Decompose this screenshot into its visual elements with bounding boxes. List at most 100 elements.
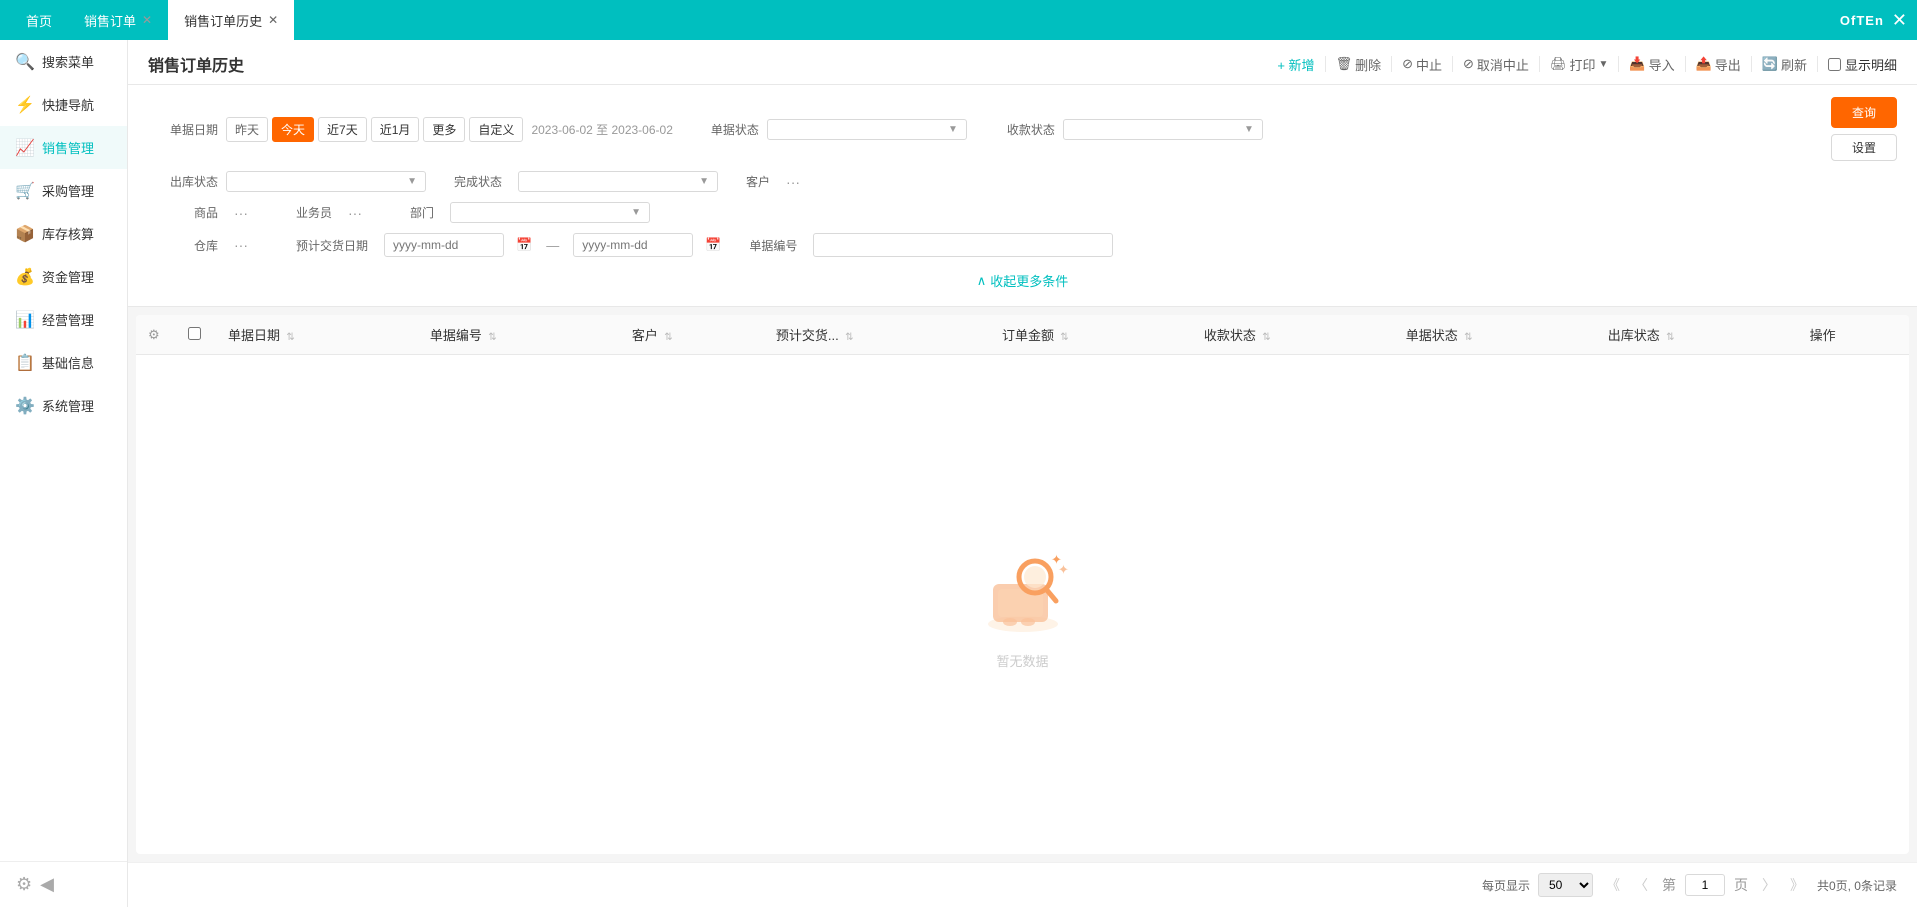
- cancel-stop-button[interactable]: ⊘ 取消中止: [1463, 55, 1529, 74]
- calendar-from-icon[interactable]: 📅: [516, 237, 532, 253]
- page-number-input[interactable]: 1: [1685, 874, 1725, 896]
- date-btn-custom[interactable]: 自定义: [469, 117, 523, 142]
- delivery-date-label: 预计交货日期: [296, 237, 368, 254]
- sort-payment-status-icon[interactable]: ⇅: [1262, 332, 1270, 343]
- th-bill-status: 单据状态 ⇅: [1394, 315, 1596, 355]
- date-btn-more[interactable]: 更多: [423, 117, 465, 142]
- sidebar-item-inventory[interactable]: 📦 库存核算: [0, 212, 127, 255]
- empty-illustration: ✦ ✦: [963, 539, 1083, 639]
- export-button[interactable]: 📤 导出: [1696, 55, 1741, 74]
- sidebar-item-search-menu[interactable]: 🔍 搜索菜单: [0, 40, 127, 83]
- date-btn-7days[interactable]: 近7天: [318, 117, 367, 142]
- sidebar-item-label: 销售管理: [42, 138, 94, 157]
- goods-dots[interactable]: ···: [234, 205, 248, 221]
- brand-text: OfTEn: [1840, 13, 1884, 28]
- sort-bill-no-icon[interactable]: ⇅: [488, 332, 496, 343]
- th-out-status: 出库状态 ⇅: [1596, 315, 1798, 355]
- sidebar-item-label: 系统管理: [42, 396, 94, 415]
- sort-date-icon[interactable]: ⇅: [286, 332, 294, 343]
- calendar-to-icon[interactable]: 📅: [705, 237, 721, 253]
- tab-sales-order[interactable]: 销售订单 ✕: [68, 0, 168, 40]
- bill-no-input[interactable]: [813, 233, 1113, 257]
- pagination-next[interactable]: 〉: [1757, 873, 1781, 897]
- pagination-nav: 《 〈 第 1 页 〉 》: [1601, 873, 1809, 897]
- page-suffix: 页: [1729, 873, 1753, 897]
- delivery-date-to[interactable]: [573, 233, 693, 257]
- date-label: 单据日期: [148, 121, 218, 138]
- pagination-first[interactable]: 《: [1601, 873, 1625, 897]
- complete-status-select[interactable]: ▼: [518, 171, 718, 192]
- close-tab-sales-history[interactable]: ✕: [268, 13, 278, 27]
- page-header: 销售订单历史 + 新增 🗑 删除 ⊘ 中止 ⊘ 取消中止: [128, 40, 1917, 85]
- date-btn-today[interactable]: 今天: [272, 117, 314, 142]
- warehouse-dots[interactable]: ···: [234, 237, 248, 253]
- close-tab-sales-order[interactable]: ✕: [142, 13, 152, 27]
- sort-out-status-icon[interactable]: ⇅: [1666, 332, 1674, 343]
- settings-button[interactable]: 设置: [1831, 134, 1897, 161]
- delivery-date-from[interactable]: [384, 233, 504, 257]
- sidebar-item-label: 资金管理: [42, 267, 94, 286]
- page-size-select[interactable]: 10 20 50 100: [1538, 873, 1593, 897]
- topbar: 首页 销售订单 ✕ 销售订单历史 ✕ OfTEn ✕: [0, 0, 1917, 40]
- th-customer: 客户 ⇅: [620, 315, 764, 355]
- delete-icon: 🗑: [1336, 56, 1353, 72]
- sidebar-item-purchase-mgmt[interactable]: 🛒 采购管理: [0, 169, 127, 212]
- sort-amount-icon[interactable]: ⇅: [1060, 332, 1068, 343]
- sidebar-item-quick-nav[interactable]: ⚡ 快捷导航: [0, 83, 127, 126]
- complete-status-label: 完成状态: [454, 173, 502, 190]
- pagination-prev[interactable]: 〈: [1629, 873, 1653, 897]
- delete-button[interactable]: 🗑 删除: [1336, 55, 1382, 74]
- select-all-checkbox[interactable]: [188, 327, 201, 340]
- search-menu-icon: 🔍: [16, 53, 34, 71]
- search-button[interactable]: 查询: [1831, 97, 1897, 128]
- bill-status-arrow: ▼: [948, 124, 958, 135]
- filter-row-3: 商品 ··· 业务员 ··· 部门 ▼: [148, 202, 1897, 223]
- bill-status-select[interactable]: ▼: [767, 119, 967, 140]
- topbar-close-icon[interactable]: ✕: [1892, 10, 1907, 31]
- tab-sales-history[interactable]: 销售订单历史 ✕: [168, 0, 294, 40]
- toolbar-sep-6: [1685, 56, 1686, 72]
- tab-home[interactable]: 首页: [10, 0, 68, 40]
- date-btn-yesterday[interactable]: 昨天: [226, 117, 268, 142]
- sidebar-settings-icon[interactable]: ⚙: [16, 874, 32, 895]
- out-status-select[interactable]: ▼: [226, 171, 426, 192]
- import-button[interactable]: 📥 导入: [1629, 55, 1674, 74]
- customer-dots[interactable]: ···: [786, 174, 800, 190]
- sort-delivery-icon[interactable]: ⇅: [845, 332, 853, 343]
- payment-status-select[interactable]: ▼: [1063, 119, 1263, 140]
- display-fields-input[interactable]: [1828, 58, 1841, 71]
- stop-button[interactable]: ⊘ 中止: [1402, 55, 1442, 74]
- sidebar-item-label: 经营管理: [42, 310, 94, 329]
- bill-status-label: 单据状态: [711, 121, 759, 138]
- print-button[interactable]: 🖨 打印 ▼: [1550, 55, 1608, 74]
- new-button[interactable]: + 新增: [1277, 55, 1314, 74]
- sidebar-item-basic-info[interactable]: 📋 基础信息: [0, 341, 127, 384]
- goods-label: 商品: [148, 204, 218, 221]
- date-btn-1month[interactable]: 近1月: [371, 117, 420, 142]
- bill-status-group: 单据状态 ▼: [711, 119, 967, 140]
- sidebar-item-label: 库存核算: [42, 224, 94, 243]
- sort-customer-icon[interactable]: ⇅: [664, 332, 672, 343]
- pagination-last[interactable]: 》: [1785, 873, 1809, 897]
- sidebar-item-label: 采购管理: [42, 181, 94, 200]
- out-status-arrow: ▼: [407, 176, 417, 187]
- sidebar-item-capital-mgmt[interactable]: 💰 资金管理: [0, 255, 127, 298]
- collapse-more[interactable]: ∧ 收起更多条件: [148, 267, 1897, 294]
- sidebar-item-label: 快捷导航: [42, 95, 94, 114]
- quick-nav-icon: ⚡: [16, 96, 34, 114]
- data-table: ⚙ 单据日期 ⇅ 单据编号 ⇅: [136, 315, 1909, 355]
- refresh-button[interactable]: 🔄 刷新: [1762, 55, 1807, 74]
- sort-bill-status-icon[interactable]: ⇅: [1464, 332, 1472, 343]
- salesman-dots[interactable]: ···: [348, 205, 362, 221]
- table-settings-icon[interactable]: ⚙: [148, 327, 160, 342]
- sidebar-item-sys-mgmt[interactable]: ⚙️ 系统管理: [0, 384, 127, 427]
- sidebar-collapse-icon[interactable]: ◀: [40, 874, 54, 895]
- sidebar-item-sales-mgmt[interactable]: 📈 销售管理: [0, 126, 127, 169]
- inventory-icon: 📦: [16, 225, 34, 243]
- display-fields-checkbox[interactable]: 显示明细: [1828, 55, 1897, 74]
- sidebar: 🔍 搜索菜单 ⚡ 快捷导航 📈 销售管理 🛒 采购管理 📦 库存核算 💰 资金管…: [0, 40, 128, 907]
- dept-select[interactable]: ▼: [450, 202, 650, 223]
- sidebar-item-ops-mgmt[interactable]: 📊 经营管理: [0, 298, 127, 341]
- page-title: 销售订单历史: [148, 52, 244, 76]
- th-amount: 订单金额 ⇅: [990, 315, 1192, 355]
